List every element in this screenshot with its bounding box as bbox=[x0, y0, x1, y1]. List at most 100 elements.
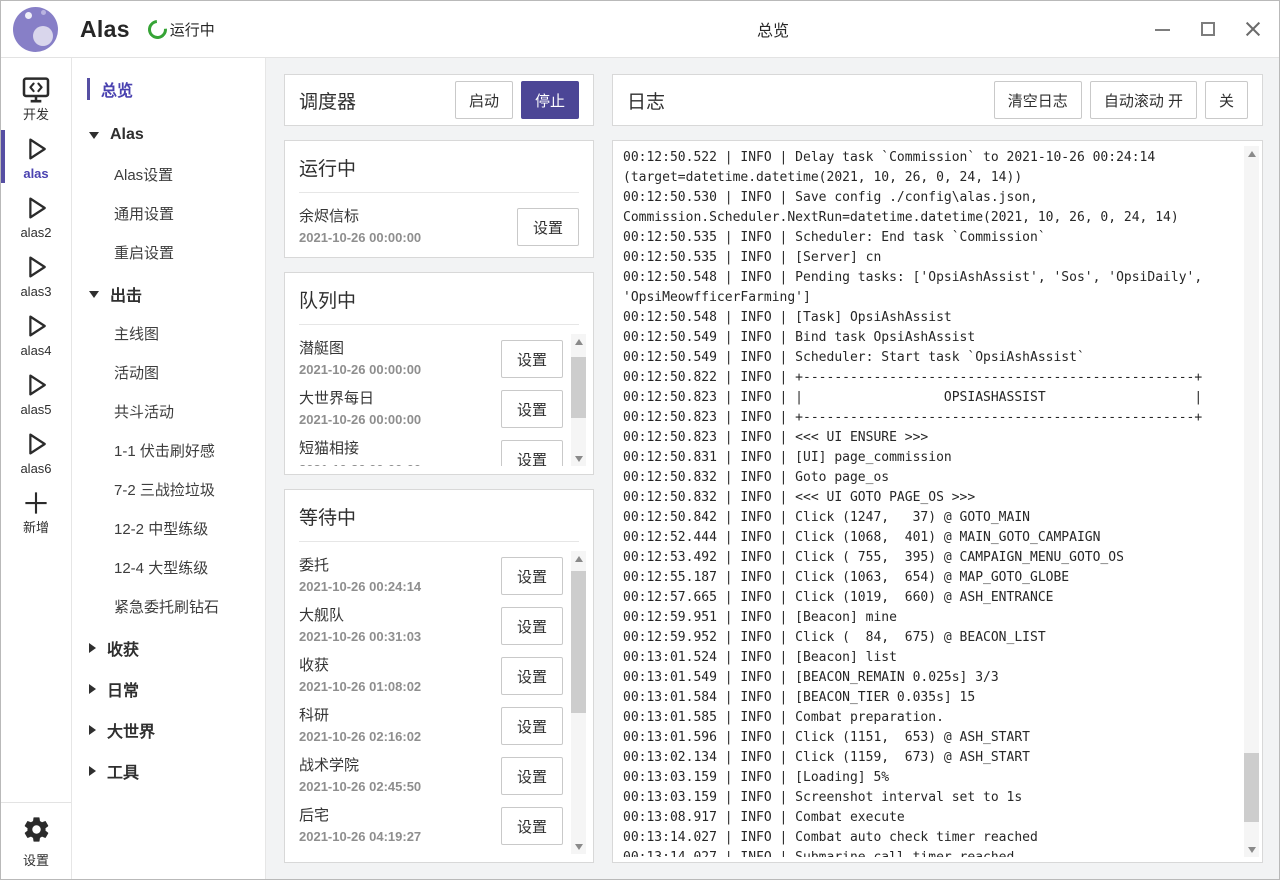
scroll-up-icon[interactable] bbox=[1244, 146, 1259, 161]
nav-group[interactable]: Alas bbox=[72, 120, 265, 150]
nav-group[interactable]: 收获 bbox=[72, 633, 265, 663]
scheduler-actions: 启动 停止 bbox=[455, 81, 579, 119]
waiting-list-wrap: 委托2021-10-26 00:24:14设置大舰队2021-10-26 00:… bbox=[285, 542, 593, 862]
log-line: 00:13:01.584 | INFO | [BEACON_TIER 0.035… bbox=[623, 688, 1236, 708]
log-line: 00:12:50.549 | INFO | Scheduler: Start t… bbox=[623, 348, 1236, 368]
task-settings-button[interactable]: 设置 bbox=[517, 208, 579, 246]
task-row: 后宅2021-10-26 04:19:27设置 bbox=[299, 801, 563, 851]
nav-subitem[interactable]: 主线图 bbox=[72, 320, 265, 349]
scrollbar[interactable] bbox=[571, 334, 586, 466]
scroll-up-icon[interactable] bbox=[571, 551, 586, 566]
scroll-thumb[interactable] bbox=[571, 357, 586, 418]
clear-log-button[interactable]: 清空日志 bbox=[994, 81, 1082, 119]
nav-subitem[interactable]: 紧急委托刷钻石 bbox=[72, 593, 265, 622]
scroll-up-icon[interactable] bbox=[571, 334, 586, 349]
nav-subitem[interactable]: 重启设置 bbox=[72, 239, 265, 268]
log-line: 00:12:50.831 | INFO | [UI] page_commissi… bbox=[623, 448, 1236, 468]
task-settings-button[interactable]: 设置 bbox=[501, 390, 563, 428]
sidebar-item-dev[interactable]: 开发 bbox=[1, 68, 71, 127]
log-line: 00:12:50.530 | INFO | Save config ./conf… bbox=[623, 188, 1236, 208]
task-settings-button[interactable]: 设置 bbox=[501, 807, 563, 845]
nav-group-label: 出击 bbox=[110, 282, 142, 306]
sidebar-item-alas[interactable]: alas bbox=[1, 127, 71, 186]
task-row: 余烬信标2021-10-26 00:00:00设置 bbox=[299, 202, 579, 252]
start-button[interactable]: 启动 bbox=[455, 81, 513, 119]
nav-item-active[interactable]: 总览 bbox=[72, 74, 265, 104]
log-line: 00:12:50.832 | INFO | <<< UI GOTO PAGE_O… bbox=[623, 488, 1236, 508]
titlebar: Alas 运行中 总览 bbox=[1, 1, 1279, 58]
log-title: 日志 bbox=[627, 87, 665, 114]
plus-icon bbox=[21, 486, 51, 520]
nav-group[interactable]: 出击 bbox=[72, 279, 265, 309]
scroll-thumb[interactable] bbox=[571, 571, 586, 713]
task-settings-button[interactable]: 设置 bbox=[501, 557, 563, 595]
scheduler-header-card: 调度器 启动 停止 bbox=[284, 74, 594, 126]
task-next-run-time: 2021-10-26 00:00:00 bbox=[299, 410, 501, 430]
page-title: 总览 bbox=[757, 17, 789, 41]
sidebar-item-label: alas3 bbox=[20, 284, 51, 299]
task-next-run-time: 2021-10-26 00:00:00 bbox=[299, 360, 501, 380]
sidebar-item-alas6[interactable]: alas6 bbox=[1, 422, 71, 481]
sidebar-item-settings[interactable]: 设置 bbox=[1, 802, 71, 879]
running-task-list: 余烬信标2021-10-26 00:00:00设置 bbox=[285, 193, 593, 257]
nav-subitem[interactable]: 活动图 bbox=[72, 359, 265, 388]
log-wrap: 00:12:50.522 | INFO | Delay task `Commis… bbox=[613, 141, 1262, 862]
scrollbar[interactable] bbox=[1244, 146, 1259, 857]
task-settings-button[interactable]: 设置 bbox=[501, 757, 563, 795]
sidebar-item-label: alas4 bbox=[20, 343, 51, 358]
scroll-down-icon[interactable] bbox=[571, 839, 586, 854]
running-card: 运行中 余烬信标2021-10-26 00:00:00设置 bbox=[284, 140, 594, 258]
autoscroll-on-button[interactable]: 自动滚动 开 bbox=[1090, 81, 1197, 119]
minimize-button[interactable] bbox=[1155, 21, 1171, 37]
sidebar-item-add[interactable]: 新增 bbox=[1, 481, 71, 540]
sidebar-item-alas3[interactable]: alas3 bbox=[1, 245, 71, 304]
chevron-down-icon bbox=[89, 132, 99, 139]
scheduler-column: 调度器 启动 停止 运行中 余烬信标2021-10-26 00:00:00设置 … bbox=[284, 74, 594, 863]
task-name: 大世界每日 bbox=[299, 388, 501, 410]
log-line: (target=datetime.datetime(2021, 10, 26, … bbox=[623, 168, 1236, 188]
nav-subitem[interactable]: 12-4 大型练级 bbox=[72, 554, 265, 583]
close-button[interactable] bbox=[1245, 21, 1261, 37]
nav-subitem[interactable]: 12-2 中型练级 bbox=[72, 515, 265, 544]
nav-group[interactable]: 日常 bbox=[72, 674, 265, 704]
task-row: 战术学院2021-10-26 02:45:50设置 bbox=[299, 751, 563, 801]
sidebar-item-alas4[interactable]: alas4 bbox=[1, 304, 71, 363]
nav-subitem[interactable]: 共斗活动 bbox=[72, 398, 265, 427]
task-settings-button[interactable]: 设置 bbox=[501, 340, 563, 378]
scrollbar[interactable] bbox=[571, 551, 586, 854]
log-line: 00:13:01.585 | INFO | Combat preparation… bbox=[623, 708, 1236, 728]
scroll-down-icon[interactable] bbox=[1244, 842, 1259, 857]
task-settings-button[interactable]: 设置 bbox=[501, 657, 563, 695]
menu-nav: 总览 Alas Alas设置通用设置重启设置出击主线图活动图共斗活动 1-1 伏击刷好… bbox=[72, 58, 266, 879]
sidebar-item-label: alas6 bbox=[20, 461, 51, 476]
scroll-down-icon[interactable] bbox=[571, 451, 586, 466]
log-line: 00:12:50.535 | INFO | Scheduler: End tas… bbox=[623, 228, 1236, 248]
gear-icon bbox=[22, 815, 51, 849]
scroll-thumb[interactable] bbox=[1244, 753, 1259, 821]
task-row: 潜艇图2021-10-26 00:00:00设置 bbox=[299, 334, 563, 384]
maximize-button[interactable] bbox=[1200, 21, 1216, 37]
log-header-card: 日志 清空日志 自动滚动 开 关 bbox=[612, 74, 1263, 126]
nav-subitem[interactable]: 通用设置 bbox=[72, 200, 265, 229]
waiting-task-list: 委托2021-10-26 00:24:14设置大舰队2021-10-26 00:… bbox=[299, 551, 563, 854]
nav-subitem[interactable]: Alas设置 bbox=[72, 161, 265, 190]
nav-group[interactable]: 工具 bbox=[72, 756, 265, 786]
log-line: 00:13:02.134 | INFO | Click (1159, 673) … bbox=[623, 748, 1236, 768]
sidebar-item-alas2[interactable]: alas2 bbox=[1, 186, 71, 245]
log-line: 00:12:50.535 | INFO | [Server] cn bbox=[623, 248, 1236, 268]
stop-button[interactable]: 停止 bbox=[521, 81, 579, 119]
window-controls bbox=[1155, 1, 1261, 57]
log-line: 00:12:50.522 | INFO | Delay task `Commis… bbox=[623, 148, 1236, 168]
task-settings-button[interactable]: 设置 bbox=[501, 607, 563, 645]
chevron-down-icon bbox=[89, 291, 99, 298]
task-settings-button[interactable]: 设置 bbox=[501, 707, 563, 745]
task-settings-button[interactable]: 设置 bbox=[501, 440, 563, 466]
nav-subitem[interactable]: 1-1 伏击刷好感 bbox=[72, 437, 265, 466]
nav-group[interactable]: 大世界 bbox=[72, 715, 265, 745]
sidebar-item-label: alas5 bbox=[20, 402, 51, 417]
task-next-run-time: 2021-10-26 02:16:02 bbox=[299, 727, 501, 747]
log-card: 00:12:50.522 | INFO | Delay task `Commis… bbox=[612, 140, 1263, 863]
sidebar-item-alas5[interactable]: alas5 bbox=[1, 363, 71, 422]
nav-subitem[interactable]: 7-2 三战捡垃圾 bbox=[72, 476, 265, 505]
autoscroll-off-button[interactable]: 关 bbox=[1205, 81, 1248, 119]
